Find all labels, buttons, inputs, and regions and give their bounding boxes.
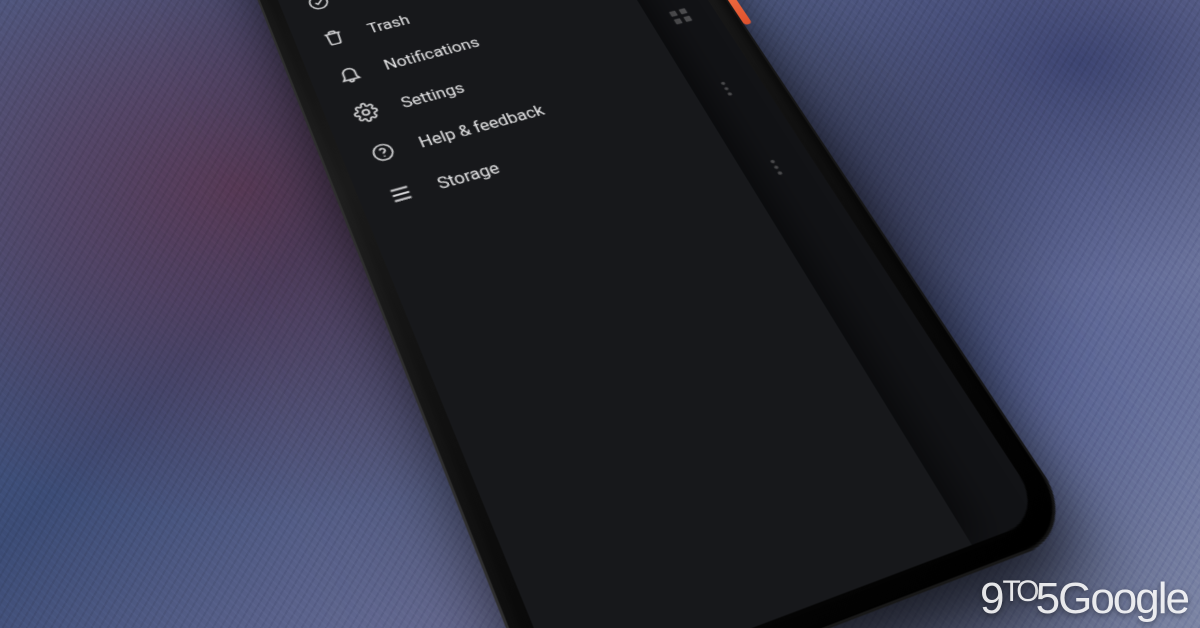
phone-body: 10:06 63% Google Drive — [210, 0, 1082, 628]
more-vert-icon[interactable] — [710, 77, 743, 101]
drawer-menu: Recent Offline Trash Notifications — [259, 0, 717, 227]
menu-label: Offline — [349, 0, 402, 1]
menu-label: Settings — [398, 79, 467, 111]
grid-view-icon[interactable] — [665, 5, 697, 27]
bell-icon — [334, 62, 365, 86]
check-circle-icon — [304, 0, 334, 13]
phone-screen: 10:06 63% Google Drive — [232, 0, 1046, 628]
nav-drawer: Google Drive Recent Offline — [232, 0, 972, 628]
gear-icon — [350, 100, 382, 125]
photo-canvas: 10:06 63% Google Drive — [0, 0, 1200, 628]
help-icon — [367, 139, 400, 165]
storage-icon — [384, 180, 417, 207]
menu-label: Trash — [365, 11, 413, 36]
menu-label: Storage — [434, 158, 502, 192]
watermark: 9TO5Google — [980, 574, 1188, 624]
more-vert-icon[interactable] — [759, 154, 794, 180]
trash-icon — [319, 26, 349, 49]
